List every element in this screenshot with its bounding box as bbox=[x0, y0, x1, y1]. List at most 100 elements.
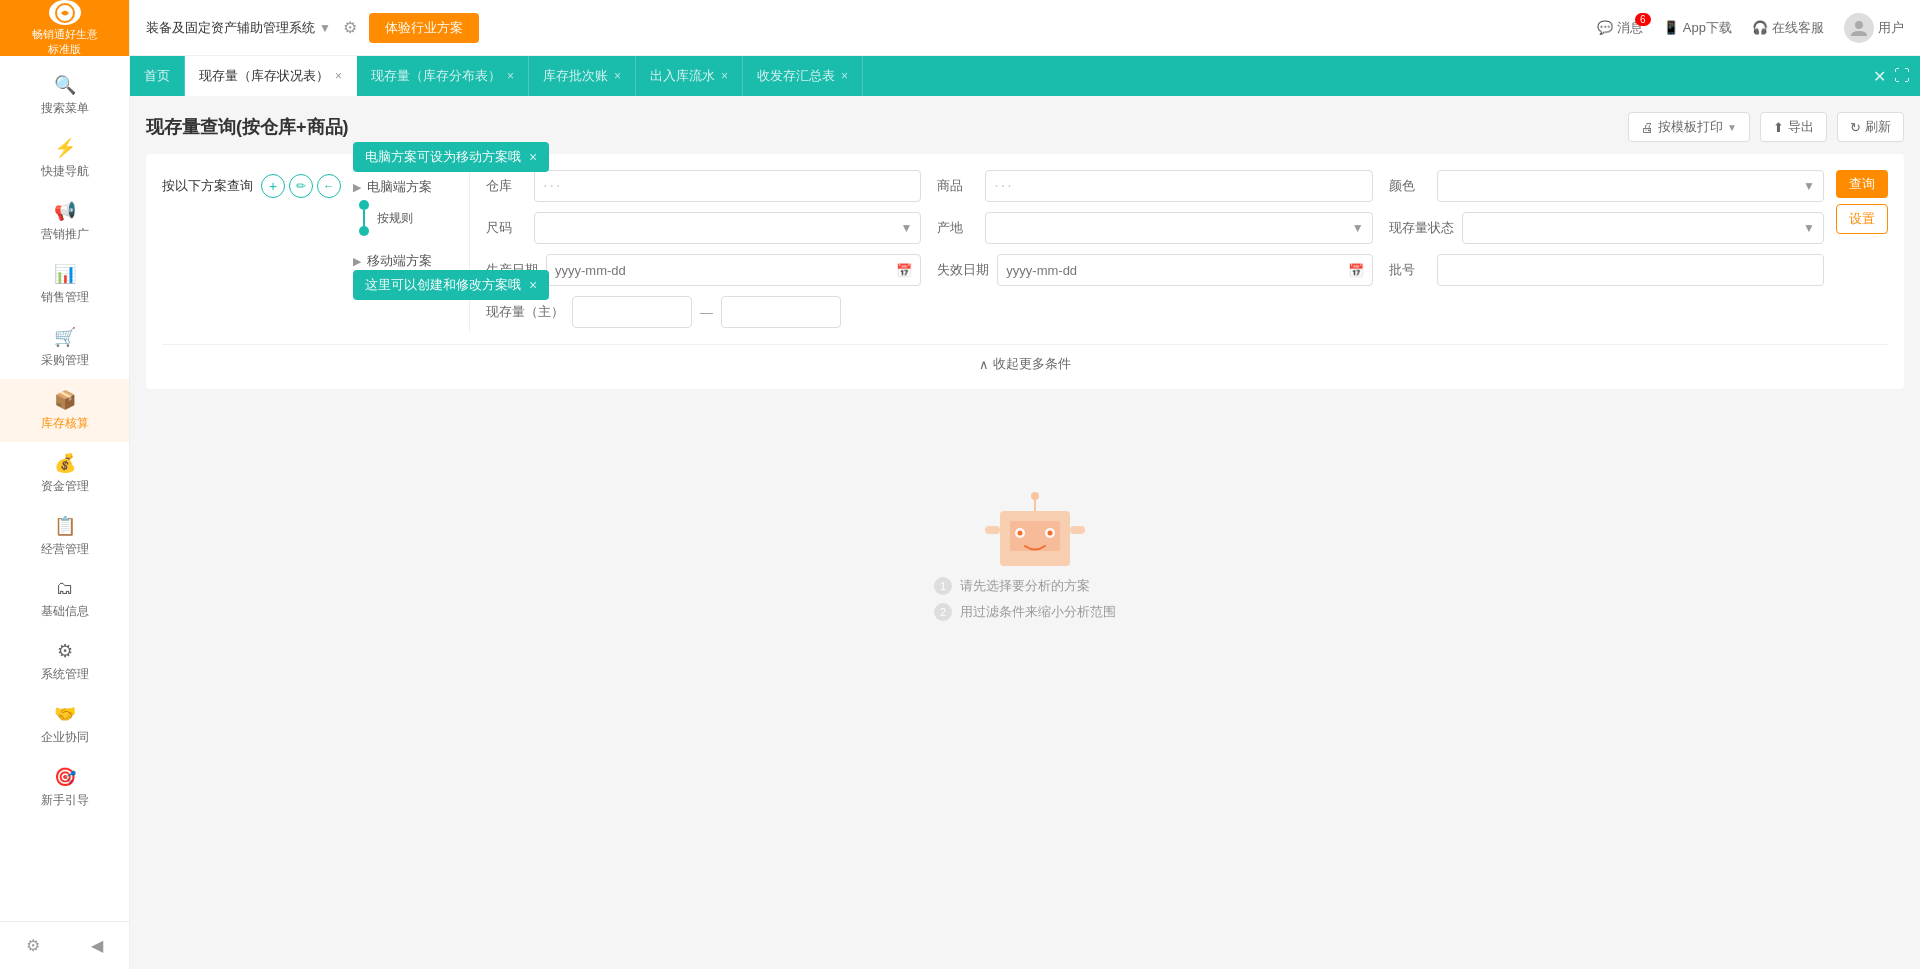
query-btn[interactable]: 查询 bbox=[1836, 170, 1888, 198]
edit-scheme-btn[interactable]: ✏ bbox=[289, 174, 313, 198]
sidebar-item-search[interactable]: 🔍 搜索菜单 bbox=[0, 64, 129, 127]
desktop-scheme-label[interactable]: 电脑端方案 bbox=[367, 178, 432, 196]
empty-step-2: 2 用过滤条件来缩小分析范围 bbox=[934, 603, 1116, 621]
sidebar-item-newbie[interactable]: 🎯 新手引导 bbox=[0, 756, 129, 819]
tab-close-icon[interactable]: × bbox=[721, 70, 728, 82]
origin-input[interactable]: ▼ bbox=[985, 212, 1372, 244]
sidebar-settings-btn[interactable]: ⚙ bbox=[18, 932, 48, 959]
collapse-btn[interactable]: ∧ 收起更多条件 bbox=[979, 355, 1071, 373]
exp-date-input[interactable]: 📅 bbox=[997, 254, 1372, 286]
tooltip-2-close[interactable]: × bbox=[529, 277, 537, 293]
svg-point-1 bbox=[1855, 21, 1863, 29]
sidebar-item-enterprise[interactable]: 🤝 企业协同 bbox=[0, 693, 129, 756]
app-name-label: 装备及固定资产辅助管理系统 bbox=[146, 19, 315, 37]
product-input[interactable]: ··· bbox=[985, 170, 1372, 202]
notifications-btn[interactable]: 💬 消息 6 bbox=[1597, 19, 1643, 37]
size-label: 尺码 bbox=[486, 219, 526, 237]
sidebar-item-inventory[interactable]: 📦 库存核算 bbox=[0, 379, 129, 442]
field-size: 尺码 ▼ bbox=[486, 212, 921, 244]
basics-icon: 🗂 bbox=[56, 578, 74, 599]
tab-inventory-status-label: 现存量（库存状况表） bbox=[199, 67, 329, 85]
inventory-icon: 📦 bbox=[54, 389, 76, 411]
prod-date-text[interactable] bbox=[555, 263, 896, 278]
back-btn[interactable]: ← bbox=[317, 174, 341, 198]
logo-icon bbox=[49, 0, 81, 25]
sidebar-item-quick-nav[interactable]: ⚡ 快捷导航 bbox=[0, 127, 129, 190]
tooltip-1-close[interactable]: × bbox=[529, 149, 537, 165]
tab-home[interactable]: 首页 bbox=[130, 56, 185, 96]
mobile-scheme-label[interactable]: 移动端方案 bbox=[367, 252, 432, 270]
settings-btn[interactable]: 设置 bbox=[1836, 204, 1888, 234]
online-support-btn[interactable]: 🎧 在线客服 bbox=[1752, 19, 1824, 37]
tab-close-icon[interactable]: × bbox=[841, 70, 848, 82]
field-warehouse: 仓库 ··· bbox=[486, 170, 921, 202]
prod-date-input[interactable]: 📅 bbox=[546, 254, 921, 286]
export-label: 导出 bbox=[1788, 118, 1814, 136]
app-download-btn[interactable]: 📱 App下载 bbox=[1663, 19, 1732, 37]
tab-inventory-dist[interactable]: 现存量（库存分布表） × bbox=[357, 56, 529, 96]
quick-nav-icon: ⚡ bbox=[54, 137, 76, 159]
close-all-tabs-icon[interactable]: ✕ bbox=[1873, 67, 1886, 86]
sidebar-item-marketing[interactable]: 📢 营销推广 bbox=[0, 190, 129, 253]
stock-qty-min-input[interactable] bbox=[572, 296, 692, 328]
purchase-icon: 🛒 bbox=[54, 326, 76, 348]
sidebar-item-label: 系统管理 bbox=[41, 666, 89, 683]
topbar-gear-icon[interactable]: ⚙ bbox=[343, 18, 357, 37]
field-product: 商品 ··· bbox=[937, 170, 1372, 202]
sidebar-item-finance[interactable]: 💰 资金管理 bbox=[0, 442, 129, 505]
tab-batch-ledger-label: 库存批次账 bbox=[543, 67, 608, 85]
tab-home-label: 首页 bbox=[144, 67, 170, 85]
tab-close-icon[interactable]: × bbox=[335, 70, 342, 82]
sidebar-item-purchase[interactable]: 🛒 采购管理 bbox=[0, 316, 129, 379]
tooltip-1-text: 电脑方案可设为移动方案哦 bbox=[365, 148, 521, 166]
empty-state: 1 请先选择要分析的方案 2 用过滤条件来缩小分析范围 bbox=[146, 401, 1904, 701]
stock-qty-max-input[interactable] bbox=[721, 296, 841, 328]
sidebar-item-basics[interactable]: 🗂 基础信息 bbox=[0, 568, 129, 630]
empty-step-2-text: 用过滤条件来缩小分析范围 bbox=[960, 603, 1116, 621]
color-input[interactable]: ▼ bbox=[1437, 170, 1824, 202]
tab-in-out-flow[interactable]: 出入库流水 × bbox=[636, 56, 743, 96]
newbie-icon: 🎯 bbox=[54, 766, 76, 788]
logo-sub: 标准版 bbox=[32, 42, 98, 56]
search-icon: 🔍 bbox=[54, 74, 76, 96]
refresh-btn[interactable]: ↻ 刷新 bbox=[1837, 112, 1904, 142]
sidebar-logo: 畅销通好生意 标准版 bbox=[0, 0, 129, 56]
batch-input[interactable] bbox=[1437, 254, 1824, 286]
product-label: 商品 bbox=[937, 177, 977, 195]
exp-date-text[interactable] bbox=[1006, 263, 1347, 278]
finance-icon: 💰 bbox=[54, 452, 76, 474]
sidebar-item-operations[interactable]: 📋 经营管理 bbox=[0, 505, 129, 568]
sidebar-collapse-btn[interactable]: ◀ bbox=[83, 932, 111, 959]
industry-btn[interactable]: 体验行业方案 bbox=[369, 13, 479, 43]
tab-collect-report[interactable]: 收发存汇总表 × bbox=[743, 56, 863, 96]
refresh-label: 刷新 bbox=[1865, 118, 1891, 136]
tabbar-actions: ✕ ⛶ bbox=[1863, 67, 1920, 86]
calendar-icon: 📅 bbox=[1348, 263, 1364, 278]
add-scheme-btn[interactable]: + bbox=[261, 174, 285, 198]
tab-in-out-flow-label: 出入库流水 bbox=[650, 67, 715, 85]
sidebar-item-label: 搜索菜单 bbox=[41, 100, 89, 117]
stock-status-input[interactable]: ▼ bbox=[1462, 212, 1824, 244]
chevron-up-icon: ∧ bbox=[979, 357, 989, 372]
size-input[interactable]: ▼ bbox=[534, 212, 921, 244]
svg-rect-9 bbox=[1070, 526, 1085, 534]
print-template-btn[interactable]: 🖨 按模板打印 ▼ bbox=[1628, 112, 1750, 142]
topbar-right: 💬 消息 6 📱 App下载 🎧 在线客服 用户 bbox=[1597, 13, 1904, 43]
tab-inventory-status[interactable]: 现存量（库存状况表） × bbox=[185, 56, 357, 96]
refresh-icon: ↻ bbox=[1850, 120, 1861, 135]
sidebar-item-label: 采购管理 bbox=[41, 352, 89, 369]
warehouse-input[interactable]: ··· bbox=[534, 170, 921, 202]
sidebar-item-label: 库存核算 bbox=[41, 415, 89, 432]
sidebar-item-sales[interactable]: 📊 销售管理 bbox=[0, 253, 129, 316]
sidebar-item-system[interactable]: ⚙ 系统管理 bbox=[0, 630, 129, 693]
maximize-icon[interactable]: ⛶ bbox=[1894, 67, 1910, 85]
tab-close-icon[interactable]: × bbox=[614, 70, 621, 82]
collapse-label: 收起更多条件 bbox=[993, 355, 1071, 373]
export-icon: ⬆ bbox=[1773, 120, 1784, 135]
scheme-tooltip-1: 电脑方案可设为移动方案哦 × bbox=[353, 142, 549, 172]
user-profile-btn[interactable]: 用户 bbox=[1844, 13, 1904, 43]
page-header: 现存量查询(按仓库+商品) 🖨 按模板打印 ▼ ⬆ 导出 ↻ 刷新 bbox=[146, 112, 1904, 142]
tab-batch-ledger[interactable]: 库存批次账 × bbox=[529, 56, 636, 96]
export-btn[interactable]: ⬆ 导出 bbox=[1760, 112, 1827, 142]
tab-close-icon[interactable]: × bbox=[507, 70, 514, 82]
